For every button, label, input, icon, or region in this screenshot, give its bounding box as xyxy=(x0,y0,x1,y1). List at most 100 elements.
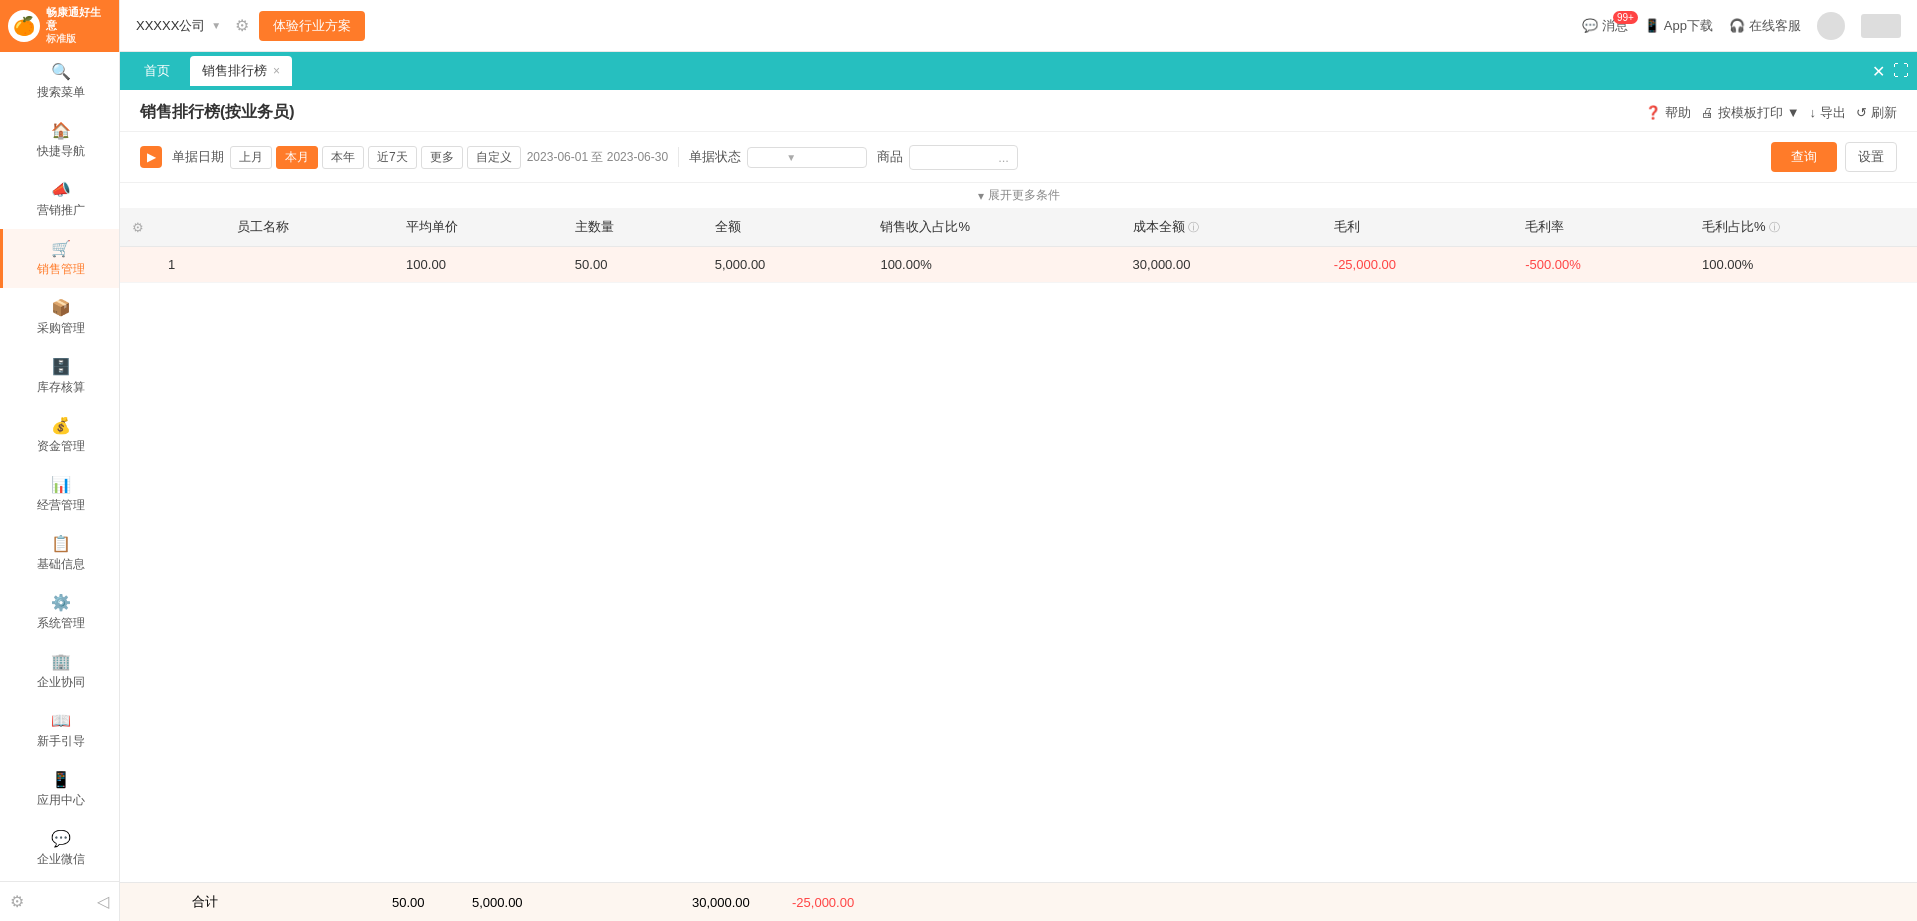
period-custom[interactable]: 自定义 xyxy=(467,146,521,169)
inventory-icon: 🗄️ xyxy=(51,357,71,376)
td-gross-rate: -500.00% xyxy=(1513,247,1690,283)
company-selector[interactable]: XXXXX公司 ▼ xyxy=(136,17,221,35)
sidebar-item-label: 销售管理 xyxy=(37,261,85,278)
period-7days[interactable]: 近7天 xyxy=(368,146,417,169)
app-download-button[interactable]: 📱 App下载 xyxy=(1644,17,1713,35)
sidebar-item-sales[interactable]: 🛒 销售管理 xyxy=(0,229,119,288)
filter-expand-button[interactable]: ▶ xyxy=(140,146,162,168)
sidebar-item-operations[interactable]: 📊 经营管理 xyxy=(0,465,119,524)
sidebar-item-marketing[interactable]: 📣 营销推广 xyxy=(0,170,119,229)
tab-bar: 首页 销售排行榜 × ✕ ⛶ xyxy=(120,52,1917,90)
refresh-button[interactable]: ↺ 刷新 xyxy=(1856,104,1897,122)
status-select[interactable]: ▼ xyxy=(747,147,867,168)
cost-info-icon[interactable]: ⓘ xyxy=(1188,221,1199,233)
refresh-icon: ↺ xyxy=(1856,105,1867,120)
filter-bar: ▶ 单据日期 上月 本月 本年 近7天 更多 自定义 2023-06-01 至 … xyxy=(120,132,1917,183)
enterprise-icon: 🏢 xyxy=(51,652,71,671)
td-gross: -25,000.00 xyxy=(1322,247,1513,283)
filter-expand-row: ▾ 展开更多条件 xyxy=(120,183,1917,208)
th-name: 员工名称 xyxy=(225,208,394,247)
message-button[interactable]: 💬 消息 99+ xyxy=(1582,17,1628,35)
export-icon: ↓ xyxy=(1810,105,1817,120)
th-avg-price: 平均单价 xyxy=(394,208,563,247)
logo-title: 畅康通好生意 xyxy=(46,6,111,32)
period-more[interactable]: 更多 xyxy=(421,146,463,169)
online-service-button[interactable]: 🎧 在线客服 xyxy=(1729,17,1801,35)
basicinfo-icon: 📋 xyxy=(51,534,71,553)
sidebar-item-system[interactable]: ⚙️ 系统管理 xyxy=(0,583,119,642)
maximize-icon[interactable]: ⛶ xyxy=(1893,62,1909,81)
td-amount: 5,000.00 xyxy=(703,247,869,283)
close-window-icon[interactable]: ✕ xyxy=(1872,62,1885,81)
purchase-icon: 📦 xyxy=(51,298,71,317)
gross-ratio-info-icon[interactable]: ⓘ xyxy=(1769,221,1780,233)
headset-icon: 🎧 xyxy=(1729,18,1745,33)
th-gross: 毛利 xyxy=(1322,208,1513,247)
sidebar-item-basic-info[interactable]: 📋 基础信息 xyxy=(0,524,119,583)
settings-button[interactable]: 设置 xyxy=(1845,142,1897,172)
sidebar-item-apps[interactable]: 📱 应用中心 xyxy=(0,760,119,819)
td-sales-ratio: 100.00% xyxy=(868,247,1120,283)
footer-qty: 50.00 xyxy=(392,895,472,910)
marketing-icon: 📣 xyxy=(51,180,71,199)
sidebar-item-label: 采购管理 xyxy=(37,320,85,337)
top-header: XXXXX公司 ▼ ⚙ 体验行业方案 💬 消息 99+ 📱 App下载 🎧 在线… xyxy=(120,0,1917,52)
sidebar-item-purchase[interactable]: 📦 采购管理 xyxy=(0,288,119,347)
help-button[interactable]: ❓ 帮助 xyxy=(1645,104,1691,122)
sidebar-item-label: 系统管理 xyxy=(37,615,85,632)
settings-icon[interactable]: ⚙ xyxy=(235,16,249,35)
sidebar-item-quick-nav[interactable]: 🏠 快捷导航 xyxy=(0,111,119,170)
tab-sales-ranking[interactable]: 销售排行榜 × xyxy=(190,56,292,86)
page-title: 销售排行榜(按业务员) xyxy=(140,102,295,123)
sidebar-bottom: ⚙ ◁ xyxy=(0,881,119,921)
sidebar-item-label: 快捷导航 xyxy=(37,143,85,160)
filter-separator xyxy=(678,147,679,167)
th-amount: 全额 xyxy=(703,208,869,247)
goods-filter-group: 商品 ... xyxy=(877,145,1018,170)
sidebar-item-label: 新手引导 xyxy=(37,733,85,750)
header-right: 💬 消息 99+ 📱 App下载 🎧 在线客服 xyxy=(1582,12,1901,40)
sidebar-item-label: 经营管理 xyxy=(37,497,85,514)
company-name: XXXXX公司 xyxy=(136,17,205,35)
tab-home[interactable]: 首页 xyxy=(128,52,186,90)
finance-icon: 💰 xyxy=(51,416,71,435)
settings-gear-icon[interactable]: ⚙ xyxy=(10,892,24,911)
th-gross-rate: 毛利率 xyxy=(1513,208,1690,247)
query-button[interactable]: 查询 xyxy=(1771,142,1837,172)
goods-input[interactable]: ... xyxy=(909,145,1018,170)
sidebar-item-search[interactable]: 🔍 搜索菜单 xyxy=(0,52,119,111)
collapse-icon[interactable]: ◁ xyxy=(97,892,109,911)
goods-more-icon[interactable]: ... xyxy=(998,150,1009,165)
period-this-year[interactable]: 本年 xyxy=(322,146,364,169)
sidebar-item-guide[interactable]: 📖 新手引导 xyxy=(0,701,119,760)
system-icon: ⚙️ xyxy=(51,593,71,612)
expand-more-button[interactable]: ▾ 展开更多条件 xyxy=(978,187,1060,204)
tab-label: 销售排行榜 xyxy=(202,62,267,80)
sidebar-item-finance[interactable]: 💰 资金管理 xyxy=(0,406,119,465)
footer-label: 合计 xyxy=(192,893,292,911)
export-button[interactable]: ↓ 导出 xyxy=(1810,104,1847,122)
period-this-month[interactable]: 本月 xyxy=(276,146,318,169)
sidebar-item-label: 资金管理 xyxy=(37,438,85,455)
help-icon: ❓ xyxy=(1645,105,1661,120)
page-header: 销售排行榜(按业务员) ❓ 帮助 🖨 按模板打印 ▼ ↓ 导出 ↺ 刷新 xyxy=(120,90,1917,132)
user-info xyxy=(1861,14,1901,38)
footer-amount: 5,000.00 xyxy=(472,895,572,910)
print-button[interactable]: 🖨 按模板打印 ▼ xyxy=(1701,104,1800,122)
sidebar-item-enterprise[interactable]: 🏢 企业协同 xyxy=(0,642,119,701)
date-label: 单据日期 xyxy=(172,148,224,166)
sidebar-menu: 🔍 搜索菜单 🏠 快捷导航 📣 营销推广 🛒 销售管理 📦 采购管理 🗄️ 库存… xyxy=(0,52,119,881)
sidebar-item-label: 应用中心 xyxy=(37,792,85,809)
print-icon: 🖨 xyxy=(1701,105,1714,120)
sidebar-item-label: 搜索菜单 xyxy=(37,84,85,101)
sidebar-item-inventory[interactable]: 🗄️ 库存核算 xyxy=(0,347,119,406)
period-last-month[interactable]: 上月 xyxy=(230,146,272,169)
main-area: XXXXX公司 ▼ ⚙ 体验行业方案 💬 消息 99+ 📱 App下载 🎧 在线… xyxy=(120,0,1917,921)
avatar[interactable] xyxy=(1817,12,1845,40)
th-qty: 主数量 xyxy=(563,208,703,247)
sidebar-item-wechat[interactable]: 💬 企业微信 xyxy=(0,819,119,878)
th-settings[interactable]: ⚙ xyxy=(120,208,156,247)
tab-close-button[interactable]: × xyxy=(273,64,280,78)
industry-button[interactable]: 体验行业方案 xyxy=(259,11,365,41)
td-settings xyxy=(120,247,156,283)
